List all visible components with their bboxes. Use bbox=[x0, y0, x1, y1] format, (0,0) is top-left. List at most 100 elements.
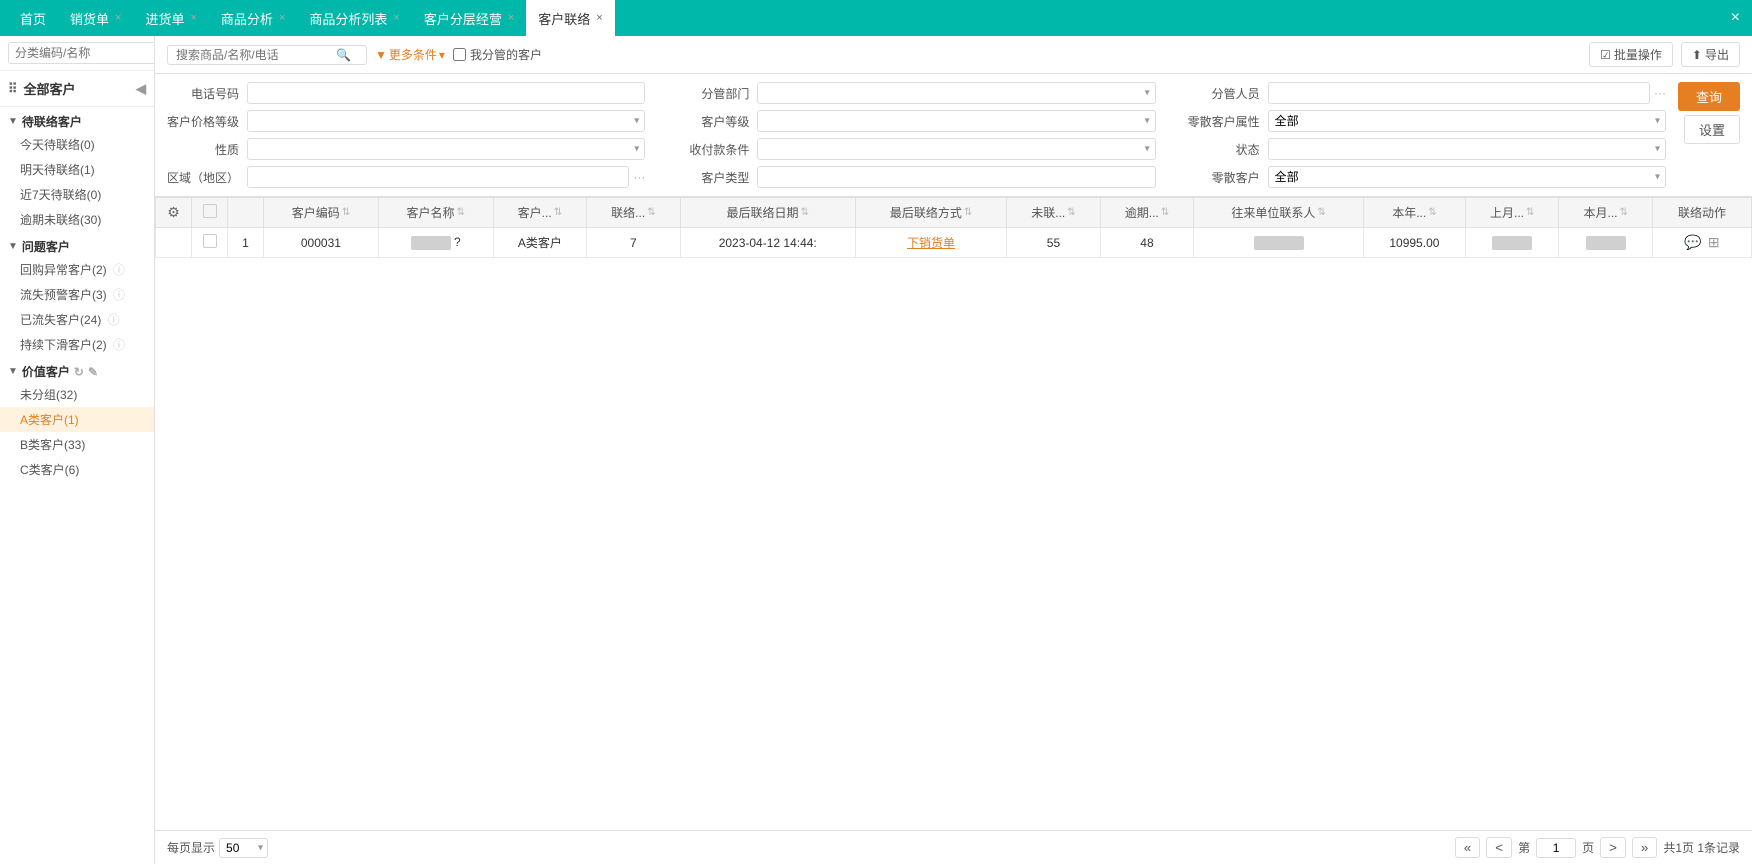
filter-retail-attr-select[interactable]: 全部 bbox=[1268, 110, 1666, 132]
collapse-sidebar-icon[interactable]: ◀ bbox=[136, 81, 146, 97]
region-dots-icon[interactable]: ··· bbox=[633, 170, 645, 184]
sidebar-item-ungrouped[interactable]: 未分组(32) bbox=[0, 382, 154, 407]
row-customer-name: ? bbox=[378, 228, 493, 258]
tab-home[interactable]: 首页 bbox=[8, 0, 58, 36]
tab-customer-contact[interactable]: 客户联络 × bbox=[526, 0, 614, 36]
contact-action-message-icon[interactable]: 💬 bbox=[1684, 234, 1701, 251]
row-overdue: 48 bbox=[1100, 228, 1194, 258]
sidebar-item-repurchase-abnormal[interactable]: 回购异常客户(2) ⓘ bbox=[0, 257, 154, 282]
manager-dots-icon[interactable]: ··· bbox=[1654, 86, 1666, 100]
per-page-select[interactable]: 50 100 200 bbox=[219, 838, 268, 858]
sidebar-item-tomorrow[interactable]: 明天待联络(1) bbox=[0, 157, 154, 182]
close-tab-product-analysis[interactable]: × bbox=[279, 12, 285, 24]
filter-actions: 查询 设置 bbox=[1666, 82, 1740, 144]
sidebar-item-declining[interactable]: 持续下滑客户(2) ⓘ bbox=[0, 332, 154, 357]
filter-row-4: 区域（地区） ··· 客户类型 零散客户 bbox=[167, 166, 1666, 188]
filter-row-1: 电话号码 分管部门 ▾ 分管人员 bbox=[167, 82, 1666, 104]
triangle-icon-2: ▼ bbox=[8, 241, 18, 252]
filter-manager-label: 分管人员 bbox=[1188, 85, 1268, 102]
filter-status-select[interactable] bbox=[1268, 138, 1666, 160]
refresh-icon[interactable]: ↻ bbox=[74, 365, 84, 379]
sidebar-search-input[interactable] bbox=[8, 42, 155, 64]
last-contact-method-link[interactable]: 下销货单 bbox=[907, 236, 955, 250]
filter-region-label: 区域（地区） bbox=[167, 169, 247, 186]
col-customer-name: 客户名称⇅ bbox=[378, 198, 493, 228]
batch-operation-button[interactable]: ☑ 批量操作 bbox=[1589, 42, 1673, 67]
main-layout: 🔍 ⠿ 全部客户 ◀ ▼ 待联络客户 今天待联络(0) 明天待联络(1) 近7天… bbox=[0, 36, 1752, 864]
sidebar-item-today[interactable]: 今天待联络(0) bbox=[0, 132, 154, 157]
filter-dept-select[interactable] bbox=[757, 82, 1155, 104]
filter-price-grade-label: 客户价格等级 bbox=[167, 113, 247, 130]
sidebar-item-churn-warning[interactable]: 流失预警客户(3) ⓘ bbox=[0, 282, 154, 307]
select-all-checkbox[interactable] bbox=[203, 204, 217, 218]
sort-this-month[interactable]: ⇅ bbox=[1620, 207, 1628, 218]
first-page-button[interactable]: « bbox=[1455, 837, 1480, 858]
filter-payment-label: 收付款条件 bbox=[677, 141, 757, 158]
filter-payment-select[interactable] bbox=[757, 138, 1155, 160]
value-customers-group: ▼ 价值客户 ↻ ✎ bbox=[0, 357, 154, 382]
filter-dept: 分管部门 ▾ bbox=[677, 82, 1155, 104]
page-number-input[interactable] bbox=[1536, 838, 1576, 858]
sort-last-contact-date[interactable]: ⇅ bbox=[801, 207, 809, 218]
filter-customer-type-input[interactable] bbox=[757, 166, 1155, 188]
contact-action-qr-icon[interactable]: ⊞ bbox=[1708, 234, 1720, 251]
edit-value-group-icon[interactable]: ✎ bbox=[88, 365, 98, 379]
sort-this-year[interactable]: ⇅ bbox=[1428, 207, 1436, 218]
filter-nature: 性质 ▾ bbox=[167, 138, 645, 160]
info-icon-3: ⓘ bbox=[108, 313, 120, 327]
sidebar-item-7days[interactable]: 近7天待联络(0) bbox=[0, 182, 154, 207]
filter-bar: 🔍 ▼ 更多条件 ▾ 我分管的客户 ☑ 批量操作 ⬆ 导出 bbox=[155, 36, 1752, 74]
filter-customer-type-label: 客户类型 bbox=[677, 169, 757, 186]
filter-retail-customer-select[interactable]: 全部 bbox=[1268, 166, 1666, 188]
filter-search-icon[interactable]: 🔍 bbox=[336, 48, 351, 62]
col-check bbox=[192, 198, 228, 228]
tab-product-analysis-list[interactable]: 商品分析列表 × bbox=[297, 0, 411, 36]
sort-customer-level[interactable]: ⇅ bbox=[554, 207, 562, 218]
sort-customer-code[interactable]: ⇅ bbox=[342, 207, 350, 218]
col-settings[interactable]: ⚙ bbox=[156, 198, 192, 228]
filter-search-input[interactable] bbox=[176, 48, 336, 62]
export-button[interactable]: ⬆ 导出 bbox=[1681, 42, 1740, 67]
sidebar-item-b-class[interactable]: B类客户(33) bbox=[0, 432, 154, 457]
filter-retail-attr: 零散客户属性 全部 ▾ bbox=[1188, 110, 1666, 132]
more-conditions-button[interactable]: ▼ 更多条件 ▾ bbox=[375, 46, 445, 63]
filter-retail-customer: 零散客户 全部 ▾ bbox=[1188, 166, 1666, 188]
sort-overdue[interactable]: ⇅ bbox=[1161, 207, 1169, 218]
sidebar-item-a-class[interactable]: A类客户(1) bbox=[0, 407, 154, 432]
sort-contact-count[interactable]: ⇅ bbox=[647, 207, 655, 218]
tab-product-analysis[interactable]: 商品分析 × bbox=[209, 0, 297, 36]
last-page-button[interactable]: » bbox=[1632, 837, 1657, 858]
sort-last-month[interactable]: ⇅ bbox=[1526, 207, 1534, 218]
sidebar-item-overdue[interactable]: 逾期未联络(30) bbox=[0, 207, 154, 232]
sort-customer-name[interactable]: ⇅ bbox=[457, 207, 465, 218]
filter-phone-input[interactable] bbox=[247, 82, 645, 104]
my-customers-checkbox[interactable] bbox=[453, 48, 466, 61]
filter-customer-grade-select[interactable] bbox=[757, 110, 1155, 132]
close-tab-sales[interactable]: × bbox=[115, 12, 121, 24]
close-all-button[interactable]: × bbox=[1727, 5, 1744, 31]
close-tab-customer-contact[interactable]: × bbox=[596, 12, 602, 24]
prev-page-button[interactable]: < bbox=[1486, 837, 1512, 858]
query-button[interactable]: 查询 bbox=[1678, 82, 1740, 111]
sort-no-contact[interactable]: ⇅ bbox=[1067, 207, 1075, 218]
close-tab-purchase[interactable]: × bbox=[190, 12, 196, 24]
my-customers-filter: 我分管的客户 bbox=[453, 46, 542, 63]
settings-gear-icon[interactable]: ⚙ bbox=[167, 204, 180, 220]
sidebar-item-c-class[interactable]: C类客户(6) bbox=[0, 457, 154, 482]
tab-purchase[interactable]: 进货单 × bbox=[133, 0, 208, 36]
filter-nature-select[interactable] bbox=[247, 138, 645, 160]
content-area: 🔍 ▼ 更多条件 ▾ 我分管的客户 ☑ 批量操作 ⬆ 导出 bbox=[155, 36, 1752, 864]
row-checkbox[interactable] bbox=[203, 234, 217, 248]
filter-manager-input[interactable] bbox=[1268, 82, 1650, 104]
filter-price-grade-select[interactable] bbox=[247, 110, 645, 132]
filter-region-input[interactable] bbox=[247, 166, 629, 188]
tab-sales[interactable]: 销货单 × bbox=[58, 0, 133, 36]
close-tab-product-analysis-list[interactable]: × bbox=[393, 12, 399, 24]
close-tab-customer-layered[interactable]: × bbox=[508, 12, 514, 24]
sort-unit-contact[interactable]: ⇅ bbox=[1317, 207, 1325, 218]
sidebar-item-churned[interactable]: 已流失客户(24) ⓘ bbox=[0, 307, 154, 332]
tab-customer-layered[interactable]: 客户分层经营 × bbox=[412, 0, 526, 36]
next-page-button[interactable]: > bbox=[1600, 837, 1626, 858]
settings-button[interactable]: 设置 bbox=[1684, 115, 1740, 144]
sort-last-contact-method[interactable]: ⇅ bbox=[964, 207, 972, 218]
